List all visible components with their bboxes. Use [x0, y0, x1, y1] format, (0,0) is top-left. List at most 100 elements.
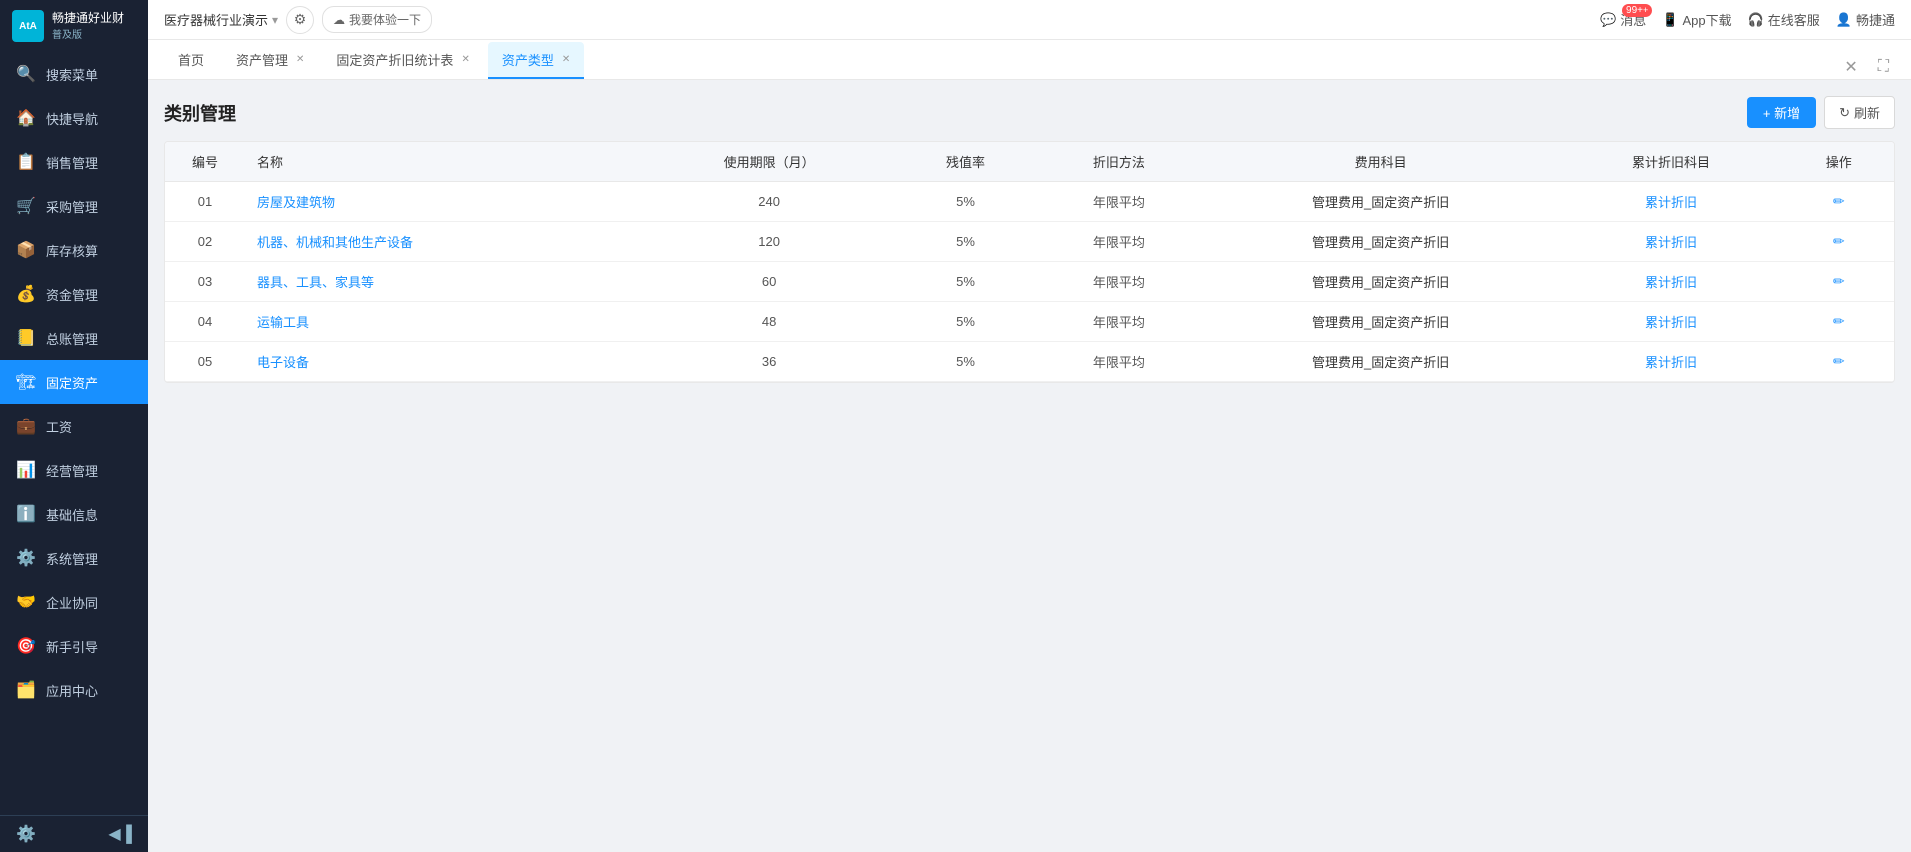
sidebar-item-enterprise[interactable]: 🤝 企业协同 — [0, 580, 148, 624]
info-icon: ℹ️ — [16, 504, 36, 524]
industry-selector[interactable]: 医疗器械行业演示 ▾ — [164, 10, 278, 29]
fixed-assets-icon: 🏗 — [16, 372, 36, 392]
row-id: 02 — [165, 222, 245, 262]
table-body: 01 房屋及建筑物 240 5% 年限平均 管理费用_固定资产折旧 累计折旧 ✏… — [165, 182, 1894, 382]
row-method: 年限平均 — [1035, 262, 1203, 302]
sidebar-item-capital[interactable]: 💰 资金管理 — [0, 272, 148, 316]
close-tab-depreciation[interactable]: ✕ — [461, 54, 469, 65]
sidebar-item-fixed-assets[interactable]: 🏗 固定资产 — [0, 360, 148, 404]
row-acc-dep: 累计折旧 — [1559, 182, 1784, 222]
edit-button[interactable]: ✏ — [1833, 273, 1845, 289]
topbar-right: 💬 消息 99++ 📱 App下载 🎧 在线客服 👤 畅捷通 — [1600, 10, 1895, 29]
row-method: 年限平均 — [1035, 182, 1203, 222]
sidebar-item-search[interactable]: 🔍 搜索菜单 — [0, 52, 148, 96]
sidebar-item-sales[interactable]: 📋 销售管理 — [0, 140, 148, 184]
app-center-icon: 🗂️ — [16, 680, 36, 700]
col-id: 编号 — [165, 142, 245, 182]
collapse-icon[interactable]: ◀▐ — [108, 824, 132, 844]
sidebar-item-purchase[interactable]: 🛒 采购管理 — [0, 184, 148, 228]
row-period: 240 — [642, 182, 896, 222]
edit-button[interactable]: ✏ — [1833, 233, 1845, 249]
sidebar-item-guide[interactable]: 🎯 新手引导 — [0, 624, 148, 668]
sidebar-item-label: 应用中心 — [46, 681, 98, 700]
close-tab-asset-type[interactable]: ✕ — [562, 54, 570, 65]
row-residual: 5% — [896, 182, 1035, 222]
tab-home[interactable]: 首页 — [164, 42, 218, 79]
topbar: 医疗器械行业演示 ▾ ⚙ ☁ 我要体验一下 💬 消息 99++ 📱 App下载 … — [148, 0, 1911, 40]
app-name: 畅捷通好业财 — [52, 11, 124, 27]
experience-button[interactable]: ☁ 我要体验一下 — [322, 6, 432, 33]
search-icon: 🔍 — [16, 64, 36, 84]
guide-icon: 🎯 — [16, 636, 36, 656]
row-method: 年限平均 — [1035, 302, 1203, 342]
close-window-button[interactable]: ✕ — [1838, 55, 1863, 79]
sidebar-item-label: 采购管理 — [46, 197, 98, 216]
sales-icon: 📋 — [16, 152, 36, 172]
row-acc-dep: 累计折旧 — [1559, 222, 1784, 262]
table-row: 05 电子设备 36 5% 年限平均 管理费用_固定资产折旧 累计折旧 ✏ — [165, 342, 1894, 382]
category-table: 编号 名称 使用期限（月） 残值率 折旧方法 费用科目 累计折旧科目 操作 01… — [165, 142, 1894, 382]
message-icon: 💬 — [1600, 12, 1616, 28]
online-service-label: 在线客服 — [1768, 10, 1820, 29]
main-area: 医疗器械行业演示 ▾ ⚙ ☁ 我要体验一下 💬 消息 99++ 📱 App下载 … — [148, 0, 1911, 852]
sidebar-item-system[interactable]: ⚙️ 系统管理 — [0, 536, 148, 580]
row-id: 01 — [165, 182, 245, 222]
user-label: 畅捷通 — [1856, 10, 1895, 29]
refresh-button[interactable]: ↻ 刷新 — [1824, 96, 1895, 129]
edit-button[interactable]: ✏ — [1833, 193, 1845, 209]
edit-button[interactable]: ✏ — [1833, 353, 1845, 369]
expand-button[interactable]: ⛶ — [1872, 56, 1895, 78]
row-acc-dep: 累计折旧 — [1559, 342, 1784, 382]
sidebar-item-ledger[interactable]: 📒 总账管理 — [0, 316, 148, 360]
purchase-icon: 🛒 — [16, 196, 36, 216]
tab-asset-type[interactable]: 资产类型 ✕ — [488, 42, 584, 79]
row-name: 运输工具 — [245, 302, 642, 342]
sidebar-item-label: 企业协同 — [46, 593, 98, 612]
row-fee-subject: 管理费用_固定资产折旧 — [1203, 222, 1559, 262]
messages-button[interactable]: 💬 消息 99++ — [1600, 10, 1646, 29]
row-residual: 5% — [896, 342, 1035, 382]
user-menu[interactable]: 👤 畅捷通 — [1836, 10, 1895, 29]
row-id: 03 — [165, 262, 245, 302]
close-tab-asset-mgmt[interactable]: ✕ — [296, 54, 304, 65]
sidebar-item-label: 资金管理 — [46, 285, 98, 304]
app-logo: AtA 畅捷通好业财 普及版 — [0, 0, 148, 52]
row-fee-subject: 管理费用_固定资产折旧 — [1203, 262, 1559, 302]
sidebar-item-salary[interactable]: 💼 工资 — [0, 404, 148, 448]
row-op: ✏ — [1784, 262, 1894, 302]
col-residual: 残值率 — [896, 142, 1035, 182]
logo-icon: AtA — [12, 10, 44, 42]
row-id: 04 — [165, 302, 245, 342]
page-header: 类别管理 + 新增 ↻ 刷新 — [164, 96, 1895, 129]
sidebar-item-basic-info[interactable]: ℹ️ 基础信息 — [0, 492, 148, 536]
settings-icon[interactable]: ⚙️ — [16, 824, 36, 844]
tab-asset-mgmt[interactable]: 资产管理 ✕ — [222, 42, 318, 79]
row-residual: 5% — [896, 222, 1035, 262]
chevron-down-icon: ▾ — [272, 13, 278, 27]
app-download-label: App下载 — [1682, 10, 1731, 29]
row-period: 36 — [642, 342, 896, 382]
col-period: 使用期限（月） — [642, 142, 896, 182]
sidebar-item-operations[interactable]: 📊 经营管理 — [0, 448, 148, 492]
row-method: 年限平均 — [1035, 342, 1203, 382]
tab-depreciation-table[interactable]: 固定资产折旧统计表 ✕ — [322, 42, 483, 79]
col-actions: 操作 — [1784, 142, 1894, 182]
sidebar-item-label: 经营管理 — [46, 461, 98, 480]
main-content: 类别管理 + 新增 ↻ 刷新 编号 名称 使用期限（月） 残值率 折旧方法 — [148, 80, 1911, 852]
sidebar-item-quick-nav[interactable]: 🏠 快捷导航 — [0, 96, 148, 140]
app-download-button[interactable]: 📱 App下载 — [1662, 10, 1731, 29]
ledger-icon: 📒 — [16, 328, 36, 348]
new-button[interactable]: + 新增 — [1747, 97, 1816, 128]
row-acc-dep: 累计折旧 — [1559, 302, 1784, 342]
page-title: 类别管理 — [164, 100, 236, 126]
settings-button[interactable]: ⚙ — [286, 6, 314, 34]
sidebar-item-app-center[interactable]: 🗂️ 应用中心 — [0, 668, 148, 712]
edit-button[interactable]: ✏ — [1833, 313, 1845, 329]
online-service-button[interactable]: 🎧 在线客服 — [1748, 10, 1820, 29]
tabs-bar: 首页 资产管理 ✕ 固定资产折旧统计表 ✕ 资产类型 ✕ ✕ ⛶ — [148, 40, 1911, 80]
row-id: 05 — [165, 342, 245, 382]
page-actions: + 新增 ↻ 刷新 — [1747, 96, 1895, 129]
row-fee-subject: 管理费用_固定资产折旧 — [1203, 342, 1559, 382]
sidebar-item-inventory[interactable]: 📦 库存核算 — [0, 228, 148, 272]
col-name: 名称 — [245, 142, 642, 182]
